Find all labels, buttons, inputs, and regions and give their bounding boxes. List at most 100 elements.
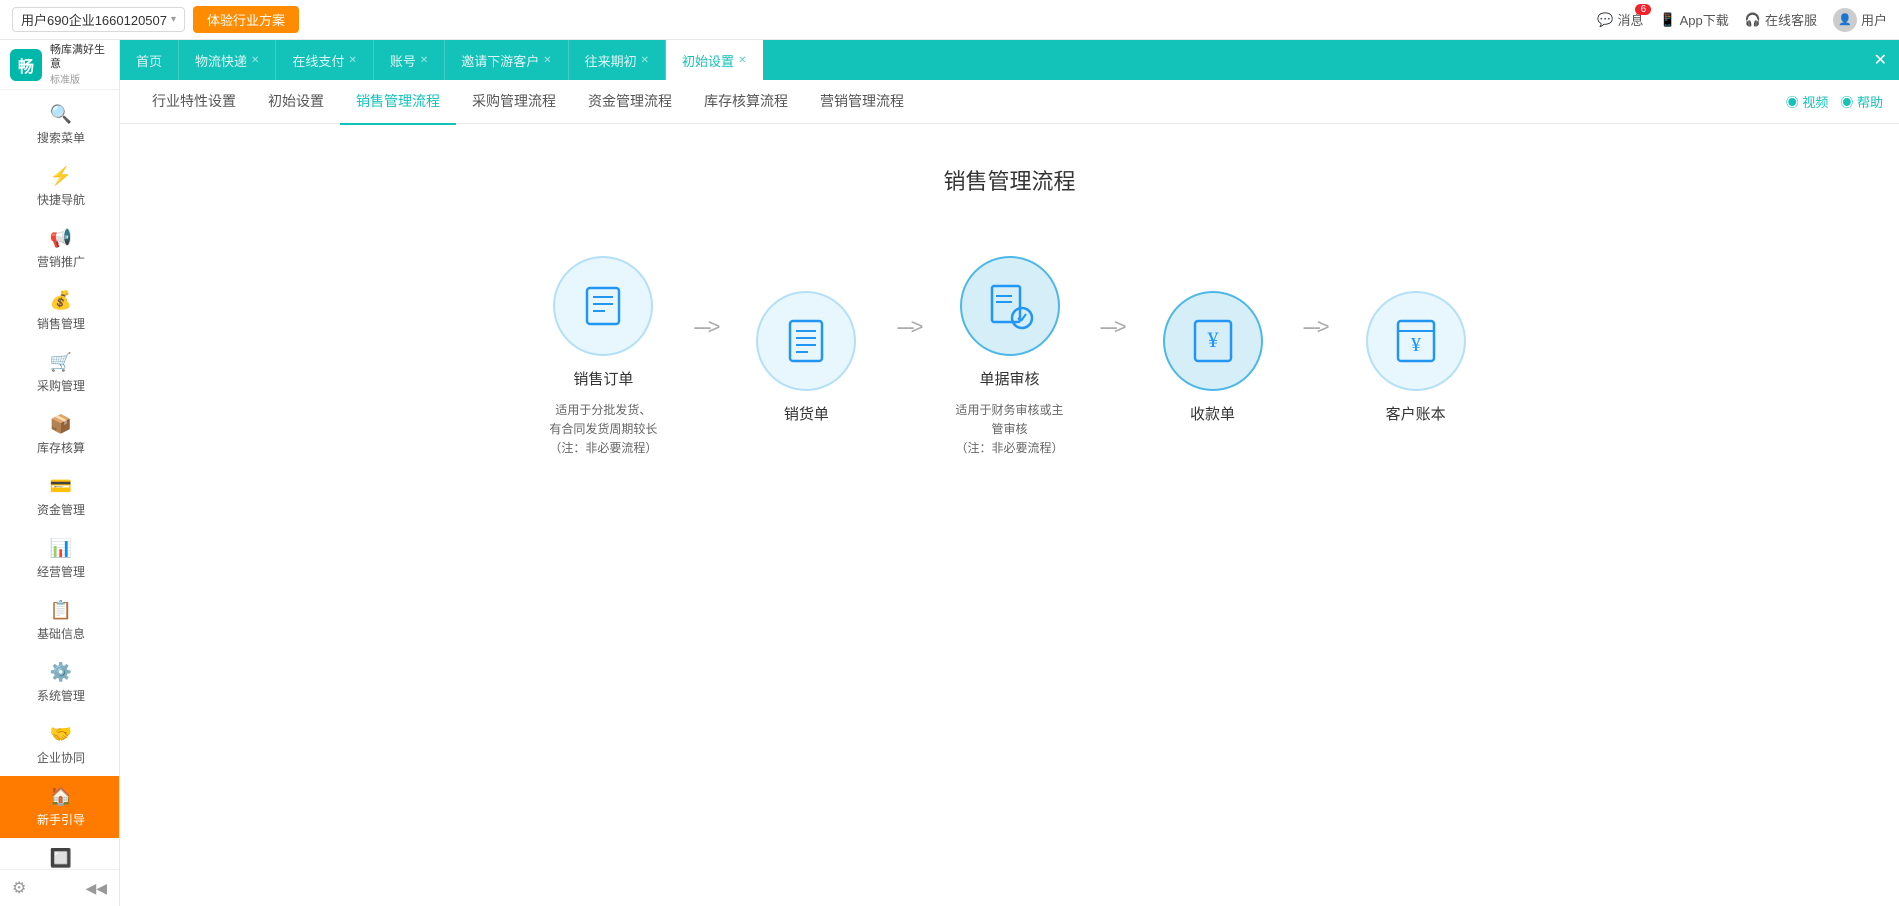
flow-step-customer-account: ¥ 客户账本: [1336, 291, 1496, 424]
tab-close-init[interactable]: ✕: [738, 55, 746, 66]
step-circle-sales-order[interactable]: [553, 256, 653, 356]
sidebar-item-marketing-promo[interactable]: 📢营销推广: [0, 218, 119, 280]
sub-tabs: 行业特性设置初始设置销售管理流程采购管理流程资金管理流程库存核算流程营销管理流程…: [120, 80, 1899, 124]
collapse-icon[interactable]: ◀◀: [85, 880, 107, 897]
logo-icon: 畅: [10, 49, 42, 81]
sub-tab-inventory-flow[interactable]: 库存核算流程: [688, 80, 804, 125]
cooperation-icon: 🤝: [50, 724, 72, 745]
tab-invite[interactable]: 邀请下游客户 ✕: [445, 40, 568, 80]
basicinfo-label: 基础信息: [37, 625, 85, 642]
inventory-icon: 📦: [50, 414, 72, 435]
sub-tab-sales-flow[interactable]: 销售管理流程: [340, 80, 456, 125]
sidebar-item-operations[interactable]: 📊经营管理: [0, 528, 119, 590]
step-circle-approval[interactable]: [960, 256, 1060, 356]
tab-label-logistics: 物流快递: [195, 51, 247, 70]
tab-init[interactable]: 初始设置 ✕: [666, 40, 763, 80]
tab-label-opening: 往来期初: [585, 51, 637, 70]
sidebar-item-purchase[interactable]: 🛒采购管理: [0, 342, 119, 404]
sidebar-logo: 畅 畅库满好生意 标准版: [0, 40, 119, 90]
system-icon: ⚙️: [50, 662, 72, 683]
tab-label-payment: 在线支付: [292, 51, 344, 70]
message-button[interactable]: 💬 消息 6: [1597, 10, 1643, 29]
tab-logistics[interactable]: 物流快递 ✕: [179, 40, 276, 80]
tab-close-invite[interactable]: ✕: [543, 55, 551, 66]
help-link[interactable]: ◉ 帮助: [1840, 92, 1883, 111]
svg-text:¥: ¥: [1207, 327, 1218, 352]
top-bar-right: 💬 消息 6 📱 App下载 🎧 在线客服 👤 用户: [1597, 8, 1887, 32]
tab-payment[interactable]: 在线支付 ✕: [276, 40, 373, 80]
settings-icon[interactable]: ⚙: [12, 878, 26, 898]
search-icon: 🔍: [50, 104, 72, 125]
message-badge: 6: [1635, 4, 1651, 15]
finance-label: 资金管理: [37, 501, 85, 518]
basicinfo-icon: 📋: [50, 600, 72, 621]
message-icon: 💬: [1597, 12, 1613, 28]
purchase-icon: 🛒: [50, 352, 72, 373]
logo-text-block: 畅库满好生意 标准版: [50, 43, 109, 87]
sidebar-item-sales[interactable]: 💰销售管理: [0, 280, 119, 342]
operations-label: 经营管理: [37, 563, 85, 580]
sub-tab-industry[interactable]: 行业特性设置: [136, 80, 252, 125]
tab-close-opening[interactable]: ✕: [641, 55, 649, 66]
sidebar-item-basicinfo[interactable]: 📋 基础信息: [0, 590, 119, 652]
sidebar-item-system[interactable]: ⚙️系统管理: [0, 652, 119, 714]
sidebar-item-inventory[interactable]: 📦 库存核算: [0, 404, 119, 466]
svg-text:¥: ¥: [1411, 334, 1421, 356]
tab-close-payment[interactable]: ✕: [348, 55, 356, 66]
tab-close-account[interactable]: ✕: [420, 55, 428, 66]
top-bar: 用户690企业1660120507 ▾ 体验行业方案 💬 消息 6 📱 App下…: [0, 0, 1899, 40]
tab-label-invite: 邀请下游客户: [461, 51, 539, 70]
top-bar-left: 用户690企业1660120507 ▾ 体验行业方案: [12, 6, 299, 33]
sub-tab-purchase-flow[interactable]: 采购管理流程: [456, 80, 572, 125]
step-circle-receipt[interactable]: ¥: [1163, 291, 1263, 391]
newguide-icon: 🏠: [50, 786, 72, 807]
video-link[interactable]: ◉ ◉视频: [1786, 92, 1829, 111]
tab-close-logistics[interactable]: ✕: [251, 55, 259, 66]
sidebar-item-cooperation[interactable]: 🤝 企业协同: [0, 714, 119, 776]
service-button[interactable]: 🎧 在线客服: [1745, 10, 1817, 29]
user-menu-button[interactable]: 👤 用户: [1833, 8, 1887, 32]
sidebar-item-appcenter[interactable]: 🔲应用中心: [0, 838, 119, 869]
sidebar-item-search[interactable]: 🔍 搜索菜单: [0, 94, 119, 156]
tab-label-init: 初始设置: [682, 51, 734, 70]
sidebar-nav: 🔍 搜索菜单 ⚡快捷导航📢营销推广💰销售管理🛒采购管理 📦 库存核算 💳资金管理📊经营管理…: [0, 90, 119, 869]
content-area: 首页物流快递 ✕在线支付 ✕账号 ✕邀请下游客户 ✕往来期初 ✕初始设置 ✕✕ …: [120, 40, 1899, 906]
sidebar-item-finance[interactable]: 💳资金管理: [0, 466, 119, 528]
step-label-sales-order: 销售订单: [573, 368, 633, 389]
app-icon: 📱: [1659, 12, 1675, 28]
step-desc-sales-order: 适用于分批发货、有合同发货周期较长（注：非必要流程）: [549, 401, 657, 459]
tab-opening[interactable]: 往来期初 ✕: [569, 40, 666, 80]
user-menu-label: 用户: [1861, 10, 1887, 29]
quicknav-label: 快捷导航: [37, 191, 85, 208]
tab-home[interactable]: 首页: [120, 40, 179, 80]
appcenter-icon: 🔲: [50, 848, 72, 869]
search-label: 搜索菜单: [37, 129, 85, 146]
flow-arrow-3: - - ->: [1293, 314, 1336, 340]
tab-bar: 首页物流快递 ✕在线支付 ✕账号 ✕邀请下游客户 ✕往来期初 ✕初始设置 ✕✕: [120, 40, 1899, 80]
sales-label: 销售管理: [37, 315, 85, 332]
step-circle-customer-account[interactable]: ¥: [1366, 291, 1466, 391]
tab-label-home: 首页: [136, 51, 162, 70]
tab-account[interactable]: 账号 ✕: [374, 40, 445, 80]
sidebar-item-quicknav[interactable]: ⚡快捷导航: [0, 156, 119, 218]
sub-tab-initial[interactable]: 初始设置: [252, 80, 340, 125]
cooperation-label: 企业协同: [37, 749, 85, 766]
flow-step-approval: 单据审核 适用于财务审核或主管审核（注：非必要流程）: [930, 256, 1090, 459]
flow-title: 销售管理流程: [943, 164, 1075, 196]
user-selector[interactable]: 用户690企业1660120507 ▾: [12, 7, 185, 32]
step-desc-approval: 适用于财务审核或主管审核（注：非必要流程）: [955, 401, 1063, 459]
flow-step-sales-order: 销售订单 适用于分批发货、有合同发货周期较长（注：非必要流程）: [523, 256, 683, 459]
sub-tabs-right: ◉ ◉视频 ◉ 帮助: [1786, 92, 1883, 111]
inventory-label: 库存核算: [37, 439, 85, 456]
service-label: 在线客服: [1765, 10, 1817, 29]
sub-tab-marketing-flow[interactable]: 营销管理流程: [804, 80, 920, 125]
logo-sub: 标准版: [50, 71, 109, 86]
app-label: App下载: [1680, 10, 1729, 29]
sub-tab-finance-flow[interactable]: 资金管理流程: [572, 80, 688, 125]
page-content: 行业特性设置初始设置销售管理流程采购管理流程资金管理流程库存核算流程营销管理流程…: [120, 80, 1899, 906]
experience-button[interactable]: 体验行业方案: [193, 6, 299, 33]
step-circle-sales-invoice[interactable]: [756, 291, 856, 391]
sidebar-item-newguide[interactable]: 🏠新手引导: [0, 776, 119, 838]
app-download-button[interactable]: 📱 App下载: [1659, 10, 1728, 29]
tab-close-all-button[interactable]: ✕: [1862, 40, 1899, 80]
